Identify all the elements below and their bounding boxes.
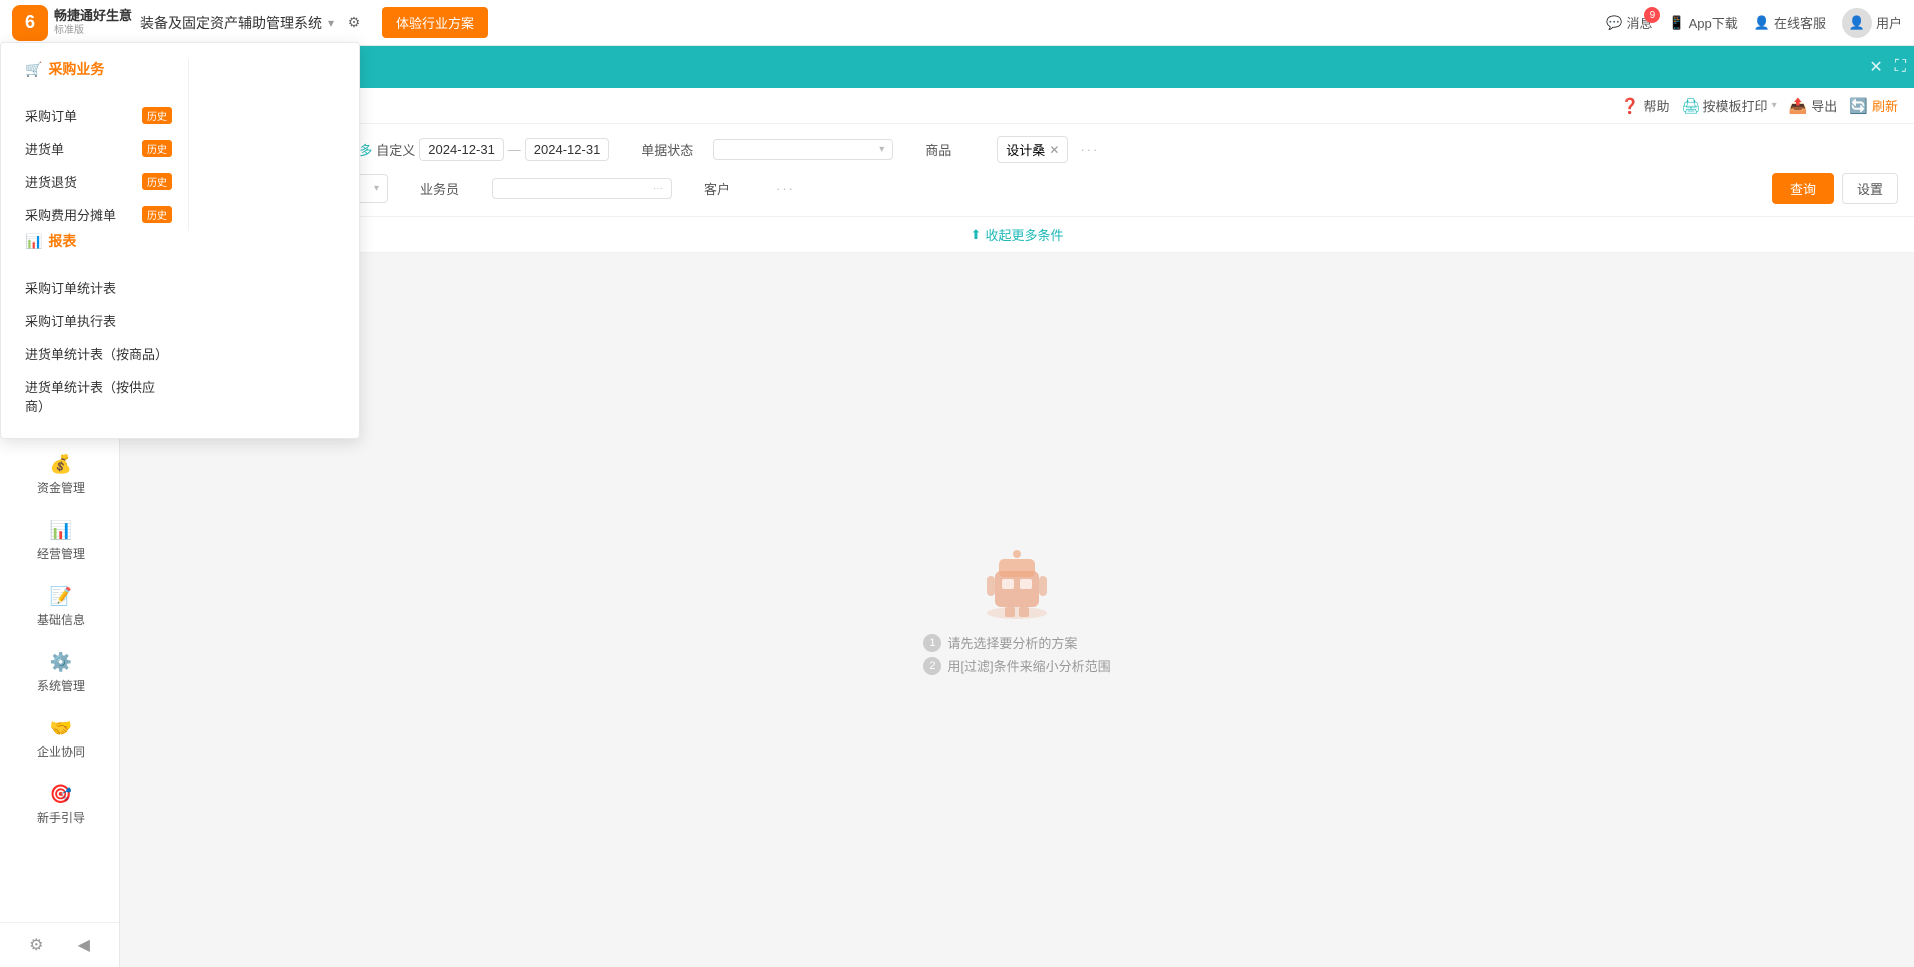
top-header: 6 畅捷通好生意 标准版 装备及固定资产辅助管理系统 ▾ ⚙ 体验行业方案 💬 … <box>0 0 1914 46</box>
purchase-order-exec-item[interactable]: 采购订单执行表 <box>120 304 172 337</box>
finance-icon: 💰 <box>50 454 72 475</box>
filter-row-2: 排名项目 金额 ▾ 业务员 ··· 客户 ··· <box>136 173 1898 204</box>
phone-icon: 📱 <box>1668 15 1684 31</box>
user-btn[interactable]: 👤 用户 <box>1842 8 1902 38</box>
incoming-return-history-badge: 历史 <box>142 173 172 190</box>
date-from-input[interactable]: 2024-12-31 <box>419 138 504 161</box>
inner-content: ❓ 帮助 🖨 按模板打印 ▾ 📤 导出 🔄 刷新 <box>120 88 1914 967</box>
purchase-business-title: 🛒 采购业务 <box>120 59 172 87</box>
message-badge: 9 <box>1644 7 1660 23</box>
service-icon: 👤 <box>1754 15 1770 31</box>
purchase-order-history-badge: 历史 <box>142 107 172 124</box>
salesman-select[interactable]: ··· <box>492 178 672 199</box>
filter-settings-btn[interactable]: 设置 <box>1842 173 1898 204</box>
collapse-bar[interactable]: ⬆ 收起更多条件 <box>120 217 1914 253</box>
date-to-input[interactable]: 2024-12-31 <box>525 138 610 161</box>
industry-btn[interactable]: 体验行业方案 <box>382 7 488 38</box>
operation-icon: 📊 <box>50 520 72 541</box>
filter-row-1: 日期 今天 昨天 7天 更多 自定义 2024-12-31 — 2024-12-… <box>136 136 1898 163</box>
purchase-order-stats-item[interactable]: 采购订单统计表 <box>120 271 172 304</box>
logo-icon: 6 <box>12 5 48 41</box>
status-select[interactable]: ▾ <box>713 139 893 160</box>
enterprise-icon: 🤝 <box>50 718 72 739</box>
sidebar-settings-btn[interactable]: ⚙ <box>29 935 43 955</box>
refresh-icon: 🔄 <box>1849 97 1868 115</box>
salesman-label: 业务员 <box>420 179 480 198</box>
purchase-order-item[interactable]: 采购订单 历史 <box>120 99 172 132</box>
purchase-business-section: 🛒 采购业务 采购订单 历史 进货单 历史 进货退货 历史 采购费用分摊单 <box>120 59 180 231</box>
content-area: 首页 销售排行榜 ✕ ✕ ⛶ ❓ 帮助 🖨 按模板打印 <box>120 46 1914 967</box>
sidebar-item-newbie[interactable]: 🎯 新手引导 <box>0 772 119 838</box>
sidebar-bottom: ⚙ ◀ <box>0 922 119 967</box>
sidebar-item-operation[interactable]: 📊 经营管理 <box>0 508 119 574</box>
print-btn[interactable]: 🖨 按模板打印 ▾ <box>1682 96 1777 115</box>
tab-bar: 首页 销售排行榜 ✕ ✕ ⛶ <box>120 46 1914 88</box>
sidebar-item-finance[interactable]: 💰 资金管理 <box>0 442 119 508</box>
logo-text: 畅捷通好生意 标准版 <box>54 8 132 38</box>
online-service-btn[interactable]: 👤 在线客服 <box>1754 13 1826 32</box>
incoming-order-item[interactable]: 进货单 历史 <box>120 132 172 165</box>
customer-more-dots[interactable]: ··· <box>776 181 795 196</box>
app-download-btn[interactable]: 📱 App下载 <box>1668 13 1737 32</box>
collapse-up-icon: ⬆ <box>971 227 982 243</box>
message-btn[interactable]: 💬 消息 9 <box>1606 13 1652 32</box>
salesman-select-arrow: ··· <box>653 183 663 194</box>
filter-area: 日期 今天 昨天 7天 更多 自定义 2024-12-31 — 2024-12-… <box>120 124 1914 217</box>
export-icon: 📤 <box>1789 97 1808 115</box>
empty-state: 1 请先选择要分析的方案 2 用[过滤]条件来缩小分析范围 <box>120 253 1914 967</box>
title-dropdown-arrow[interactable]: ▾ <box>328 16 334 30</box>
goods-label: 商品 <box>925 140 985 159</box>
sidebar-item-enterprise[interactable]: 🤝 企业协同 <box>0 706 119 772</box>
purchase-fee-history-badge: 历史 <box>142 206 172 223</box>
tab-maximize-icon[interactable]: ⛶ <box>1895 58 1906 76</box>
date-custom-link[interactable]: 自定义 <box>376 140 415 159</box>
purchase-report-title: 📊 报表 <box>120 231 172 259</box>
logo-main-text: 畅捷通好生意 <box>54 8 132 25</box>
incoming-order-history-badge: 历史 <box>142 140 172 157</box>
empty-illustration <box>967 541 1067 621</box>
tab-bar-right: ✕ ⛶ <box>1869 57 1906 77</box>
menu-divider <box>188 59 189 231</box>
sidebar-item-system[interactable]: ⚙️ 系统管理 <box>0 640 119 706</box>
goods-filter-tag: 设计桑 ✕ <box>997 136 1068 163</box>
goods-more-dots[interactable]: ··· <box>1080 142 1099 157</box>
message-icon: 💬 <box>1606 15 1622 31</box>
print-icon: 🖨 <box>1682 97 1701 115</box>
print-dropdown-arrow[interactable]: ▾ <box>1772 100 1777 111</box>
incoming-stats-supplier-item[interactable]: 进货单统计表（按供应商） <box>120 370 172 422</box>
status-select-arrow: ▾ <box>879 144 884 155</box>
help-icon: ❓ <box>1621 97 1640 115</box>
goods-tag-close[interactable]: ✕ <box>1049 143 1059 157</box>
purchase-fee-item[interactable]: 采购费用分摊单 历史 <box>120 198 172 231</box>
system-icon: ⚙️ <box>50 652 72 673</box>
header-settings-icon[interactable]: ⚙ <box>340 9 368 37</box>
empty-text: 1 请先选择要分析的方案 2 用[过滤]条件来缩小分析范围 <box>923 633 1110 679</box>
customer-label: 客户 <box>704 179 764 198</box>
refresh-btn[interactable]: 🔄 刷新 <box>1849 96 1898 115</box>
sidebar-item-basic[interactable]: 📝 基础信息 <box>0 574 119 640</box>
logo-sub-text: 标准版 <box>54 24 132 37</box>
logo-area: 6 畅捷通好生意 标准版 <box>12 5 132 41</box>
sidebar-collapse-btn[interactable]: ◀ <box>78 935 90 955</box>
main-layout: 🔍 搜索菜单 🏠 快捷导航 📢 营销推广 📋 销售管理 🛒 采购管理 📦 库存核… <box>0 46 1914 967</box>
purchase-dropdown-menu: 🛒 采购业务 采购订单 历史 进货单 历史 进货退货 历史 采购费用分摊单 <box>120 46 360 439</box>
tab-close-window-icon[interactable]: ✕ <box>1869 57 1882 77</box>
purchase-report-section: 📊 报表 采购订单统计表 采购订单执行表 进货单统计表（按商品） 进货单统计表（… <box>120 231 180 422</box>
status-label: 单据状态 <box>641 140 701 159</box>
user-avatar: 👤 <box>1842 8 1872 38</box>
incoming-return-item[interactable]: 进货退货 历史 <box>120 165 172 198</box>
rank-select-arrow: ▾ <box>374 183 379 194</box>
toolbar-row: ❓ 帮助 🖨 按模板打印 ▾ 📤 导出 🔄 刷新 <box>120 88 1914 124</box>
system-title: 装备及固定资产辅助管理系统 ▾ ⚙ 体验行业方案 <box>140 7 1606 38</box>
header-right: 💬 消息 9 📱 App下载 👤 在线客服 👤 用户 <box>1606 8 1902 38</box>
export-btn[interactable]: 📤 导出 <box>1789 96 1838 115</box>
newbie-icon: 🎯 <box>50 784 72 805</box>
incoming-stats-goods-item[interactable]: 进货单统计表（按商品） <box>120 337 172 370</box>
basic-icon: 📝 <box>50 586 72 607</box>
query-btn[interactable]: 查询 <box>1772 173 1834 204</box>
help-btn[interactable]: ❓ 帮助 <box>1621 96 1670 115</box>
